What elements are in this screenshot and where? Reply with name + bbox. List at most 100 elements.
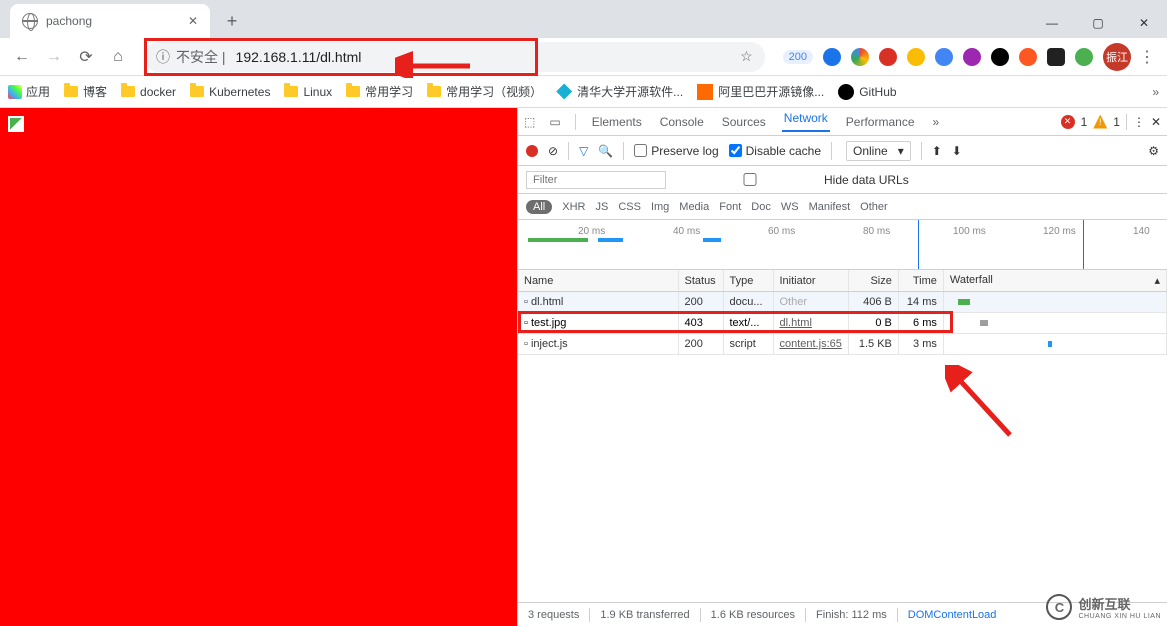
type-js[interactable]: JS	[595, 201, 608, 213]
ext-icon-7[interactable]	[991, 48, 1009, 66]
preserve-log-checkbox[interactable]: Preserve log	[634, 144, 718, 158]
record-button[interactable]	[526, 145, 538, 157]
tab-elements[interactable]: Elements	[590, 115, 644, 129]
tab-title: pachong	[46, 14, 92, 28]
url-bar[interactable]: ⓘ 不安全 | 192.168.1.11/dl.html ☆	[144, 42, 765, 72]
inspect-icon[interactable]: ⬚	[524, 115, 535, 129]
back-button[interactable]: ←	[8, 43, 36, 71]
col-time[interactable]: Time	[898, 270, 943, 292]
page-viewport	[0, 108, 518, 626]
col-type[interactable]: Type	[723, 270, 773, 292]
status-transferred: 1.9 KB transferred	[600, 609, 689, 621]
upload-har-icon[interactable]: ⬆	[932, 144, 942, 158]
disable-cache-checkbox[interactable]: Disable cache	[729, 144, 821, 158]
devtools-menu[interactable]: ⋮	[1133, 115, 1145, 129]
tab-close-icon[interactable]: ✕	[188, 14, 198, 28]
search-icon[interactable]: 🔍	[598, 144, 613, 158]
browser-menu-button[interactable]: ⋮	[1135, 47, 1159, 67]
new-tab-button[interactable]: +	[218, 7, 246, 35]
col-waterfall[interactable]: Waterfall ▴	[943, 270, 1166, 292]
folder-icon	[346, 86, 360, 97]
table-row[interactable]: ▫ inject.js200scriptcontent.js:651.5 KB3…	[518, 334, 1167, 355]
throttling-select[interactable]: Online ▾	[846, 141, 911, 161]
reload-button[interactable]: ⟳	[72, 43, 100, 71]
network-filter-row: Hide data URLs	[518, 166, 1167, 194]
broken-image-icon	[8, 116, 24, 132]
tab-sources[interactable]: Sources	[720, 115, 768, 129]
site-icon	[697, 84, 713, 100]
forward-button[interactable]: →	[40, 43, 68, 71]
hide-data-urls-checkbox[interactable]: Hide data URLs	[680, 173, 909, 187]
profile-avatar[interactable]: 振江	[1103, 43, 1131, 71]
minimize-button[interactable]: —	[1029, 8, 1075, 38]
bookmark-folder-3[interactable]: Linux	[284, 85, 332, 99]
warning-badge[interactable]: !	[1093, 115, 1107, 129]
type-css[interactable]: CSS	[618, 201, 641, 213]
ext-icon-3[interactable]	[879, 48, 897, 66]
tab-console[interactable]: Console	[658, 115, 706, 129]
folder-icon	[190, 86, 204, 97]
ext-icon-6[interactable]	[963, 48, 981, 66]
type-doc[interactable]: Doc	[751, 201, 771, 213]
col-size[interactable]: Size	[848, 270, 898, 292]
ext-icon-10[interactable]	[1075, 48, 1093, 66]
status-requests: 3 requests	[528, 609, 579, 621]
info-icon[interactable]: ⓘ	[156, 47, 170, 67]
site-icon	[556, 84, 572, 100]
content-area: ⬚ ▭ Elements Console Sources Network Per…	[0, 108, 1167, 626]
status-domload: DOMContentLoad	[908, 609, 997, 621]
bookmark-link-2[interactable]: GitHub	[838, 84, 896, 100]
filter-toggle-icon[interactable]: ▽	[579, 144, 588, 158]
bookmarks-overflow-button[interactable]: »	[1152, 85, 1159, 99]
type-media[interactable]: Media	[679, 201, 709, 213]
type-font[interactable]: Font	[719, 201, 741, 213]
url-bar-wrap: ⓘ 不安全 | 192.168.1.11/dl.html ☆	[144, 42, 765, 72]
type-xhr[interactable]: XHR	[562, 201, 585, 213]
ext-icon-5[interactable]	[935, 48, 953, 66]
github-icon	[838, 84, 854, 100]
ext-icon-9[interactable]	[1047, 48, 1065, 66]
filter-input[interactable]	[526, 171, 666, 189]
ext-icon-1[interactable]	[823, 48, 841, 66]
tabs-more[interactable]: »	[931, 115, 942, 129]
col-initiator[interactable]: Initiator	[773, 270, 848, 292]
tab-network[interactable]: Network	[782, 111, 830, 132]
type-ws[interactable]: WS	[781, 201, 799, 213]
bookmark-folder-4[interactable]: 常用学习	[346, 83, 413, 100]
col-name[interactable]: Name	[518, 270, 678, 292]
bookmark-folder-5[interactable]: 常用学习（视频）	[427, 83, 542, 100]
bookmark-link-0[interactable]: 清华大学开源软件...	[556, 83, 683, 100]
table-row[interactable]: ▫ test.jpg403text/...dl.html0 B6 ms	[518, 313, 1167, 334]
ext-badge-200[interactable]: 200	[783, 50, 813, 64]
maximize-button[interactable]: ▢	[1075, 8, 1121, 38]
apps-button[interactable]: 应用	[8, 83, 50, 100]
type-other[interactable]: Other	[860, 201, 888, 213]
network-requests-table[interactable]: Name Status Type Initiator Size Time Wat…	[518, 270, 1167, 602]
clear-button[interactable]: ⊘	[548, 144, 558, 158]
table-row[interactable]: ▫ dl.html200docu...Other406 B14 ms	[518, 292, 1167, 313]
bookmark-folder-2[interactable]: Kubernetes	[190, 85, 270, 99]
ext-icon-8[interactable]	[1019, 48, 1037, 66]
type-all[interactable]: All	[526, 200, 552, 214]
folder-icon	[64, 86, 78, 97]
type-manifest[interactable]: Manifest	[809, 201, 851, 213]
col-status[interactable]: Status	[678, 270, 723, 292]
download-har-icon[interactable]: ⬇	[952, 144, 962, 158]
bookmark-star-icon[interactable]: ☆	[740, 48, 753, 65]
home-button[interactable]: ⌂	[104, 43, 132, 71]
device-icon[interactable]: ▭	[549, 115, 560, 129]
close-window-button[interactable]: ✕	[1121, 8, 1167, 38]
devtools-close[interactable]: ✕	[1151, 115, 1161, 129]
bookmark-link-1[interactable]: 阿里巴巴开源镜像...	[697, 83, 824, 100]
tab-performance[interactable]: Performance	[844, 115, 917, 129]
bookmark-folder-0[interactable]: 博客	[64, 83, 107, 100]
error-badge[interactable]: ✕	[1061, 115, 1075, 129]
ext-icon-4[interactable]	[907, 48, 925, 66]
type-img[interactable]: Img	[651, 201, 669, 213]
status-resources: 1.6 KB resources	[711, 609, 795, 621]
ext-icon-2[interactable]	[851, 48, 869, 66]
bookmark-folder-1[interactable]: docker	[121, 85, 176, 99]
timeline-overview[interactable]: 20 ms 40 ms 60 ms 80 ms 100 ms 120 ms 14…	[518, 220, 1167, 270]
settings-gear-icon[interactable]: ⚙	[1148, 144, 1159, 158]
browser-tab[interactable]: pachong ✕	[10, 4, 210, 38]
